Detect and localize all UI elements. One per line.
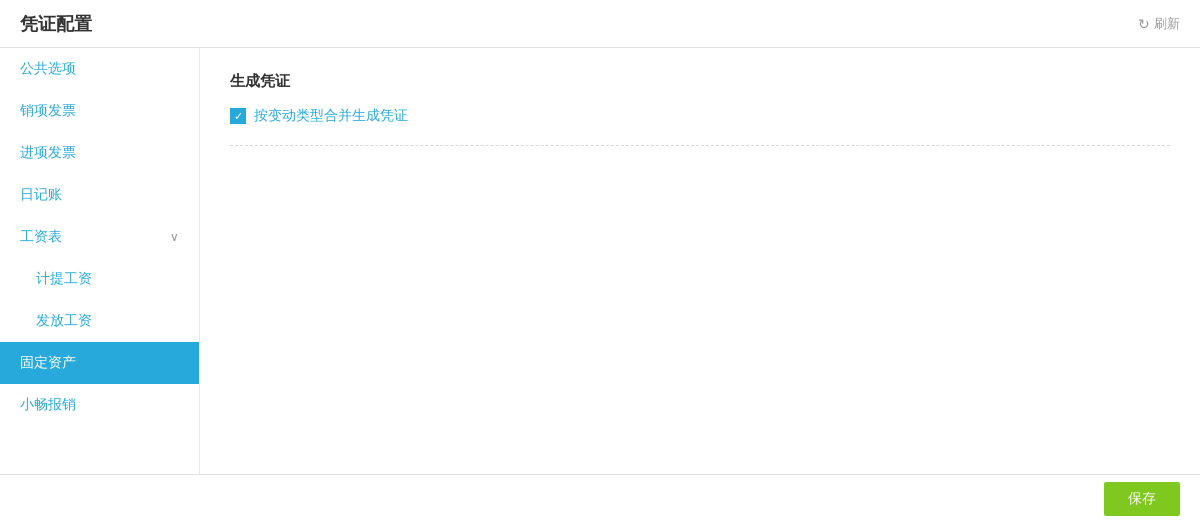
sidebar-item-fixed-assets[interactable]: 固定资产	[0, 342, 199, 384]
sidebar-item-purchase-invoice[interactable]: 进项发票	[0, 132, 199, 174]
section-divider	[230, 145, 1170, 146]
refresh-label: 刷新	[1154, 15, 1180, 33]
footer: 保存	[0, 474, 1200, 522]
refresh-icon: ↻	[1138, 16, 1150, 32]
merge-checkbox[interactable]: ✓	[230, 108, 246, 124]
sidebar-item-label: 公共选项	[20, 60, 76, 78]
content-area: 生成凭证 ✓ 按变动类型合并生成凭证	[200, 48, 1200, 474]
sidebar-item-label: 进项发票	[20, 144, 76, 162]
sidebar-item-payroll-pay[interactable]: 发放工资	[0, 300, 199, 342]
sidebar-item-label: 计提工资	[36, 270, 92, 288]
sidebar-item-public-options[interactable]: 公共选项	[0, 48, 199, 90]
main-container: 公共选项销项发票进项发票日记账工资表 ∨ 计提工资发放工资固定资产小畅报销 生成凭证…	[0, 48, 1200, 474]
sidebar-item-label: 固定资产	[20, 354, 76, 372]
page-title: 凭证配置	[20, 12, 92, 36]
sidebar-item-payroll[interactable]: 工资表 ∨	[0, 216, 199, 258]
sidebar-item-expense-claim[interactable]: 小畅报销	[0, 384, 199, 426]
sidebar-item-label: 发放工资	[36, 312, 92, 330]
section-title: 生成凭证	[230, 72, 1170, 91]
sidebar-item-label: 工资表	[20, 228, 62, 246]
sidebar: 公共选项销项发票进项发票日记账工资表 ∨ 计提工资发放工资固定资产小畅报销	[0, 48, 200, 474]
header: 凭证配置 ↻ 刷新	[0, 0, 1200, 48]
sidebar-item-label: 日记账	[20, 186, 62, 204]
sidebar-item-journal[interactable]: 日记账	[0, 174, 199, 216]
checkbox-row: ✓ 按变动类型合并生成凭证	[230, 107, 1170, 125]
checkmark-icon: ✓	[234, 111, 243, 122]
sidebar-item-label: 销项发票	[20, 102, 76, 120]
sidebar-item-payroll-calc[interactable]: 计提工资	[0, 258, 199, 300]
sidebar-item-sales-invoice[interactable]: 销项发票	[0, 90, 199, 132]
chevron-down-icon: ∨	[170, 230, 179, 244]
refresh-button[interactable]: ↻ 刷新	[1138, 15, 1180, 33]
save-button[interactable]: 保存	[1104, 482, 1180, 516]
sidebar-item-label: 小畅报销	[20, 396, 76, 414]
checkbox-label: 按变动类型合并生成凭证	[254, 107, 408, 125]
